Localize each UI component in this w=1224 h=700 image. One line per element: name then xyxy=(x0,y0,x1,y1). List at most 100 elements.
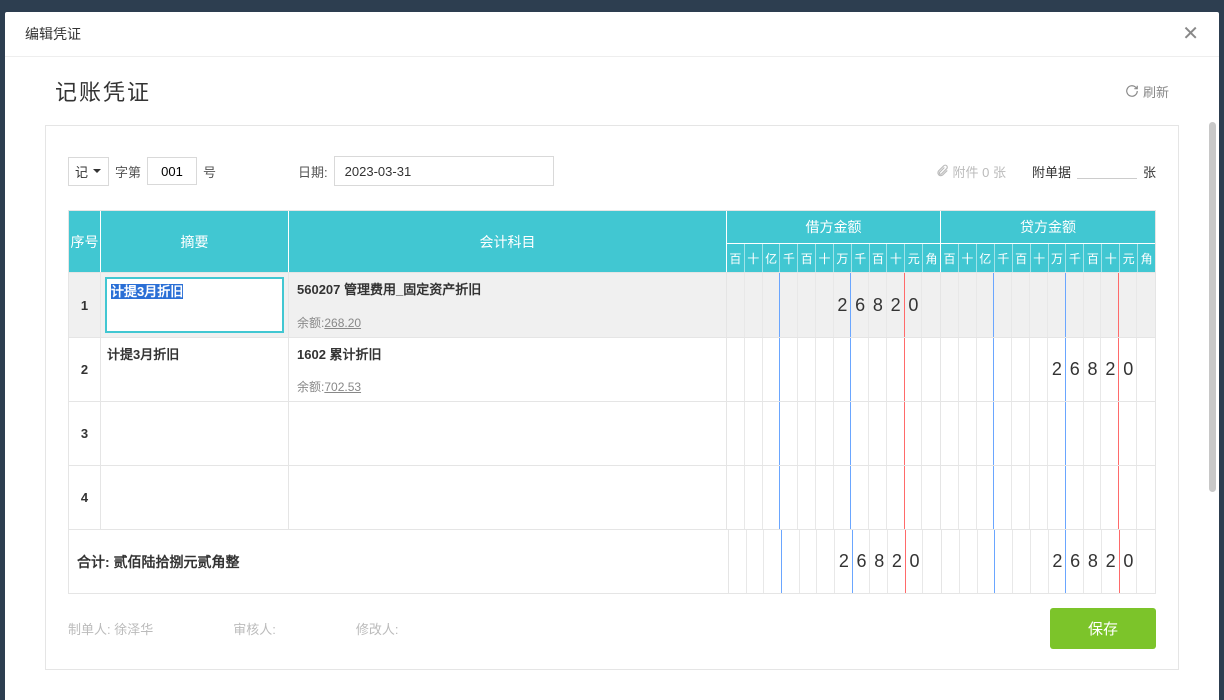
digit-cell[interactable] xyxy=(869,402,887,465)
digit-cell[interactable] xyxy=(780,273,798,337)
digit-cell[interactable] xyxy=(780,338,798,401)
digit-cell[interactable] xyxy=(727,466,745,529)
account-cell[interactable]: 1602 累计折旧余额:702.53 xyxy=(289,338,727,401)
digit-cell[interactable]: 6 xyxy=(1066,530,1084,593)
digit-cell[interactable] xyxy=(763,402,781,465)
digit-cell[interactable]: 2 xyxy=(1101,338,1119,401)
digit-cell[interactable] xyxy=(745,273,763,337)
digit-cell[interactable] xyxy=(941,402,959,465)
debit-amount[interactable]: 26820 xyxy=(727,273,941,337)
digit-cell[interactable] xyxy=(1137,273,1155,337)
digit-cell[interactable] xyxy=(1084,466,1102,529)
summary-cell[interactable]: 计提3月折旧 xyxy=(101,273,289,337)
digit-cell[interactable] xyxy=(959,402,977,465)
digit-cell[interactable] xyxy=(800,530,818,593)
digit-cell[interactable]: 2 xyxy=(1049,530,1067,593)
digit-cell[interactable] xyxy=(905,402,923,465)
digit-cell[interactable] xyxy=(851,338,869,401)
digit-cell[interactable] xyxy=(1066,402,1084,465)
digit-cell[interactable] xyxy=(995,530,1013,593)
digit-cell[interactable] xyxy=(816,402,834,465)
digit-cell[interactable]: 8 xyxy=(1084,530,1102,593)
date-input[interactable] xyxy=(334,156,554,186)
digit-cell[interactable] xyxy=(780,466,798,529)
digit-cell[interactable] xyxy=(1048,466,1066,529)
digit-cell[interactable]: 0 xyxy=(905,273,923,337)
credit-amount[interactable]: 26820 xyxy=(941,338,1155,401)
digit-cell[interactable] xyxy=(869,466,887,529)
digit-cell[interactable] xyxy=(1084,402,1102,465)
digit-cell[interactable] xyxy=(994,338,1012,401)
save-button[interactable]: 保存 xyxy=(1050,608,1156,649)
digit-cell[interactable] xyxy=(1137,530,1155,593)
debit-amount[interactable] xyxy=(727,466,941,529)
digit-cell[interactable] xyxy=(994,273,1012,337)
digit-cell[interactable] xyxy=(922,466,940,529)
digit-cell[interactable] xyxy=(816,273,834,337)
digit-cell[interactable] xyxy=(727,338,745,401)
digit-cell[interactable] xyxy=(941,338,959,401)
digit-cell[interactable] xyxy=(782,530,800,593)
digit-cell[interactable] xyxy=(798,466,816,529)
digit-cell[interactable] xyxy=(727,273,745,337)
digit-cell[interactable] xyxy=(1012,466,1030,529)
digit-cell[interactable] xyxy=(780,402,798,465)
bill-count-input[interactable] xyxy=(1077,163,1137,179)
digit-cell[interactable] xyxy=(1084,273,1102,337)
digit-cell[interactable] xyxy=(851,402,869,465)
digit-cell[interactable] xyxy=(977,338,995,401)
digit-cell[interactable] xyxy=(905,466,923,529)
debit-amount[interactable] xyxy=(727,402,941,465)
digit-cell[interactable]: 6 xyxy=(851,273,869,337)
account-cell[interactable]: 560207 管理费用_固定资产折旧余额:268.20 xyxy=(289,273,727,337)
voucher-no-input[interactable] xyxy=(147,157,197,185)
summary-input[interactable]: 计提3月折旧 xyxy=(105,277,284,333)
digit-cell[interactable] xyxy=(922,338,940,401)
digit-cell[interactable] xyxy=(869,338,887,401)
credit-amount[interactable] xyxy=(941,273,1155,337)
digit-cell[interactable] xyxy=(922,402,940,465)
digit-cell[interactable] xyxy=(978,530,996,593)
digit-cell[interactable] xyxy=(763,338,781,401)
digit-cell[interactable] xyxy=(977,273,995,337)
digit-cell[interactable] xyxy=(887,466,905,529)
digit-cell[interactable] xyxy=(817,530,835,593)
digit-cell[interactable] xyxy=(798,273,816,337)
scrollbar-thumb[interactable] xyxy=(1209,122,1216,492)
digit-cell[interactable]: 8 xyxy=(870,530,888,593)
digit-cell[interactable] xyxy=(816,338,834,401)
voucher-type-select[interactable]: 记 xyxy=(68,157,109,186)
digit-cell[interactable]: 0 xyxy=(1120,530,1138,593)
digit-cell[interactable] xyxy=(905,338,923,401)
digit-cell[interactable]: 0 xyxy=(906,530,924,593)
digit-cell[interactable] xyxy=(941,273,959,337)
digit-cell[interactable] xyxy=(959,273,977,337)
digit-cell[interactable] xyxy=(1012,338,1030,401)
digit-cell[interactable] xyxy=(994,466,1012,529)
refresh-button[interactable]: 刷新 xyxy=(1125,82,1169,101)
digit-cell[interactable] xyxy=(763,466,781,529)
debit-amount[interactable] xyxy=(727,338,941,401)
digit-cell[interactable] xyxy=(798,402,816,465)
digit-cell[interactable] xyxy=(1101,402,1119,465)
digit-cell[interactable]: 6 xyxy=(853,530,871,593)
digit-cell[interactable]: 8 xyxy=(1084,338,1102,401)
attachments-link[interactable]: 附件 0 张 xyxy=(935,162,1006,181)
summary-cell[interactable]: 计提3月折旧 xyxy=(101,338,289,401)
digit-cell[interactable] xyxy=(745,338,763,401)
digit-cell[interactable] xyxy=(1137,402,1155,465)
digit-cell[interactable] xyxy=(747,530,765,593)
digit-cell[interactable] xyxy=(1012,402,1030,465)
digit-cell[interactable]: 0 xyxy=(1119,338,1137,401)
digit-cell[interactable] xyxy=(851,466,869,529)
digit-cell[interactable] xyxy=(1101,466,1119,529)
credit-amount[interactable] xyxy=(941,466,1155,529)
account-cell[interactable] xyxy=(289,466,727,529)
summary-cell[interactable] xyxy=(101,466,289,529)
digit-cell[interactable] xyxy=(1048,402,1066,465)
digit-cell[interactable] xyxy=(1066,466,1084,529)
digit-cell[interactable] xyxy=(1030,402,1048,465)
digit-cell[interactable]: 2 xyxy=(1048,338,1066,401)
digit-cell[interactable] xyxy=(942,530,960,593)
digit-cell[interactable] xyxy=(1048,273,1066,337)
